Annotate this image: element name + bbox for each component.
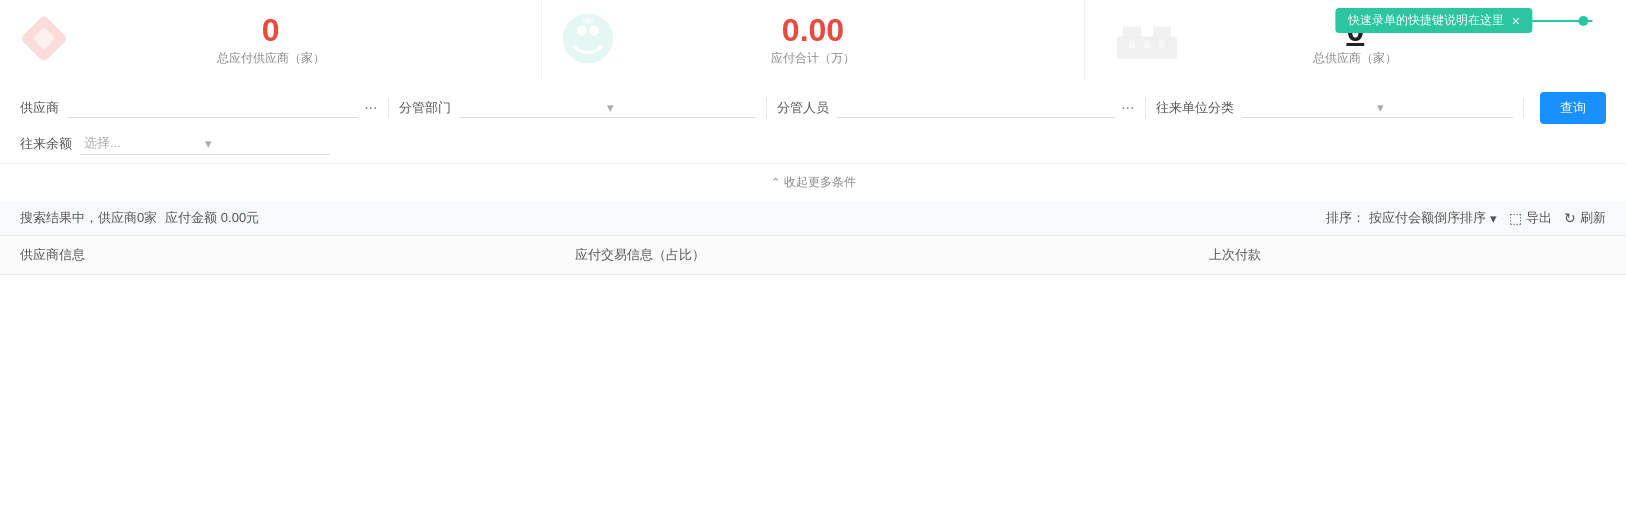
unitclass-dropdown[interactable]: ▾: [1242, 98, 1514, 118]
department-chevron-icon: ▾: [607, 100, 752, 115]
sort-value: 按应付会额倒序排序: [1369, 209, 1486, 227]
result-actions: 排序： 按应付会额倒序排序 ▾ ⬚ 导出 ↻ 刷新: [1326, 209, 1606, 227]
filter-section: 供应商 ··· 分管部门 ▾ 分管人员 ··· 往来单位分类: [0, 80, 1626, 201]
export-label: 导出: [1526, 209, 1552, 227]
sort-dropdown[interactable]: 排序： 按应付会额倒序排序 ▾: [1326, 209, 1497, 227]
person-label: 分管人员: [777, 99, 829, 117]
stat-payable-total-content: 0.00 应付合计（万）: [771, 14, 855, 67]
collapse-button[interactable]: ⌃ 收起更多条件: [759, 170, 868, 195]
filter-department-cell: 分管部门 ▾: [389, 98, 768, 118]
sort-chevron-icon: ▾: [1490, 211, 1497, 226]
result-suppliers-text: 搜索结果中，供应商0家: [20, 209, 157, 227]
filter-unitclass-cell: 往来单位分类 ▾: [1146, 98, 1525, 118]
tooltip-close-btn[interactable]: ×: [1512, 14, 1520, 28]
filter-row-2: 往来余额 选择... ▾: [20, 132, 1606, 155]
filter-supplier-cell: 供应商 ···: [20, 98, 389, 118]
stat-payable-suppliers: 0 总应付供应商（家）: [0, 0, 542, 80]
stat-payable-total-number: 0.00: [782, 14, 844, 46]
tooltip-text: 快速录单的快捷键说明在这里: [1348, 12, 1504, 29]
svg-point-5: [582, 18, 594, 24]
supplier-more-btn[interactable]: ···: [364, 99, 377, 117]
supplier-label: 供应商: [20, 99, 59, 117]
col-transaction-info: 应付交易信息（占比）: [575, 246, 1209, 264]
supplier-input[interactable]: [67, 98, 358, 118]
table-container: 供应商信息 应付交易信息（占比） 上次付款: [0, 236, 1626, 515]
stat-payable-suppliers-label: 总应付供应商（家）: [217, 50, 325, 67]
person-input[interactable]: [837, 98, 1115, 118]
stats-bar: 0 总应付供应商（家） 0.00 应付合计（万） 快速录单的快捷键说明在这里 ×: [0, 0, 1626, 80]
stat-payable-total: 0.00 应付合计（万）: [542, 0, 1084, 80]
stat-payable-total-label: 应付合计（万）: [771, 50, 855, 67]
filter-balance-cell: 往来余额 选择... ▾: [20, 132, 340, 155]
person-more-btn[interactable]: ···: [1121, 99, 1134, 117]
stat-total-suppliers-label: 总供应商（家）: [1313, 50, 1397, 67]
shortcut-tooltip: 快速录单的快捷键说明在这里 ×: [1336, 8, 1532, 33]
result-amount-text: 应付金额 0.00元: [165, 209, 259, 227]
filter-person-cell: 分管人员 ···: [767, 98, 1146, 118]
stat-payable-suppliers-content: 0 总应付供应商（家）: [217, 14, 325, 67]
department-dropdown[interactable]: ▾: [459, 98, 757, 118]
table-header: 供应商信息 应付交易信息（占比） 上次付款: [0, 236, 1626, 275]
collapse-bar: ⌃ 收起更多条件: [0, 164, 1626, 201]
svg-rect-10: [1144, 41, 1150, 49]
svg-rect-8: [1153, 27, 1171, 39]
balance-dropdown[interactable]: 选择... ▾: [80, 132, 330, 155]
result-summary: 搜索结果中，供应商0家 应付金额 0.00元: [20, 209, 259, 227]
collapse-label: 收起更多条件: [784, 174, 856, 191]
sort-label: 排序：: [1326, 209, 1365, 227]
col-supplier-info: 供应商信息: [20, 246, 575, 264]
result-bar: 搜索结果中，供应商0家 应付金额 0.00元 排序： 按应付会额倒序排序 ▾ ⬚…: [0, 201, 1626, 236]
table-body: [0, 275, 1626, 515]
balance-chevron-icon: ▾: [205, 136, 326, 151]
export-button[interactable]: ⬚ 导出: [1509, 209, 1552, 227]
refresh-label: 刷新: [1580, 209, 1606, 227]
stat-total-suppliers: 快速录单的快捷键说明在这里 × 0 总供应商（家）: [1085, 0, 1626, 80]
svg-point-3: [577, 26, 587, 36]
stat-payable-suppliers-number: 0: [262, 14, 280, 46]
unitclass-chevron-icon: ▾: [1377, 100, 1509, 115]
refresh-button[interactable]: ↻ 刷新: [1564, 209, 1606, 227]
filter-row-1: 供应商 ··· 分管部门 ▾ 分管人员 ··· 往来单位分类: [20, 92, 1606, 124]
svg-rect-9: [1129, 41, 1135, 49]
svg-rect-7: [1123, 27, 1141, 39]
balance-label: 往来余额: [20, 135, 72, 153]
balance-placeholder: 选择...: [84, 134, 205, 152]
col-last-payment: 上次付款: [1209, 246, 1606, 264]
export-icon: ⬚: [1509, 210, 1522, 226]
unitclass-label: 往来单位分类: [1156, 99, 1234, 117]
refresh-icon: ↻: [1564, 210, 1576, 226]
filter-main: 供应商 ··· 分管部门 ▾ 分管人员 ··· 往来单位分类: [0, 80, 1626, 164]
department-label: 分管部门: [399, 99, 451, 117]
svg-point-4: [589, 26, 599, 36]
query-button[interactable]: 查询: [1540, 92, 1606, 124]
collapse-chevron-icon: ⌃: [771, 176, 780, 189]
svg-rect-11: [1159, 41, 1165, 49]
